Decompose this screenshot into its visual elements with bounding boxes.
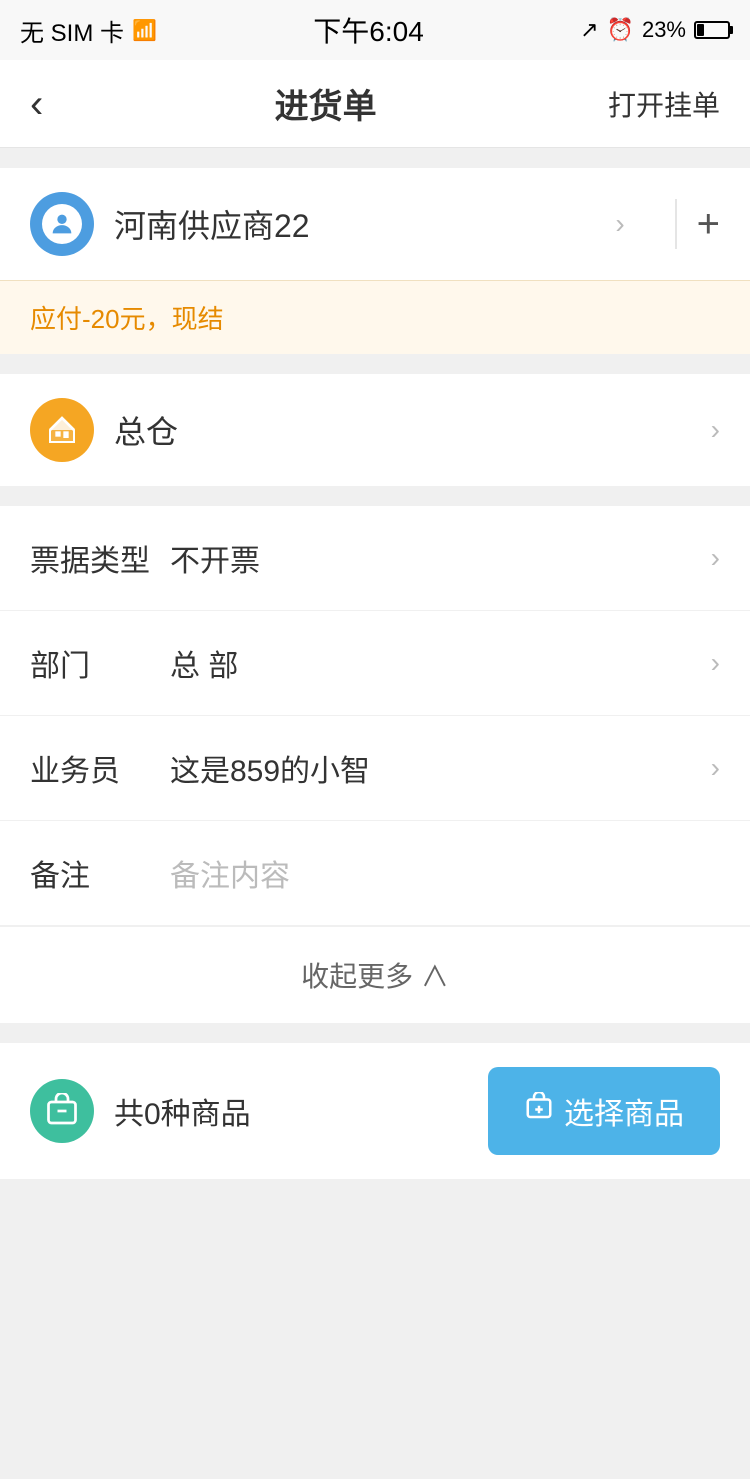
remark-input[interactable]: 备注内容 [160,851,720,895]
open-pending-button[interactable]: 打开挂单 [608,84,720,124]
battery-icon [694,21,730,39]
add-supplier-button[interactable]: + [697,202,720,247]
product-icon [30,1079,94,1143]
invoice-type-value: 不开票 [160,536,711,580]
supplier-divider [675,199,677,249]
status-bar: 无 SIM 卡 📶 下午6:04 ↗ ⏰ 23% [0,0,750,60]
select-product-button[interactable]: 选择商品 [488,1067,720,1155]
page-background [0,1179,750,1479]
supplier-name: 河南供应商22 [114,201,615,247]
gap-4 [0,1023,750,1043]
person-icon [42,204,82,244]
select-product-label: 选择商品 [564,1089,684,1133]
nav-bar: ‹ 进货单 打开挂单 [0,60,750,148]
supplier-row[interactable]: 河南供应商22 › + [0,168,750,280]
alarm-icon: ⏰ [607,17,634,43]
remark-row[interactable]: 备注 备注内容 [0,821,750,926]
salesperson-row[interactable]: 业务员 这是859的小智 › [0,716,750,821]
product-count-label: 共0种商品 [114,1089,468,1133]
remark-label: 备注 [30,851,160,895]
notice-bar: 应付-20元，现结 [0,280,750,354]
invoice-type-row[interactable]: 票据类型 不开票 › [0,506,750,611]
bottom-bar: 共0种商品 选择商品 [0,1043,750,1179]
warehouse-chevron-icon: › [711,414,720,446]
supplier-avatar [30,192,94,256]
invoice-type-chevron-icon: › [711,542,720,574]
supplier-chevron-icon: › [615,208,624,240]
gap-1 [0,148,750,168]
supplier-section: 河南供应商22 › + 应付-20元，现结 [0,168,750,354]
salesperson-chevron-icon: › [711,752,720,784]
warehouse-icon [30,398,94,462]
warehouse-section: 总仓 › [0,374,750,486]
department-label: 部门 [30,641,160,685]
warehouse-name: 总仓 [114,407,711,453]
carrier-label: 无 SIM 卡 [20,13,124,48]
back-button[interactable]: ‹ [30,84,43,124]
department-row[interactable]: 部门 总 部 › [0,611,750,716]
gap-3 [0,486,750,506]
warehouse-row[interactable]: 总仓 › [0,374,750,486]
form-section: 票据类型 不开票 › 部门 总 部 › 业务员 这是859的小智 › 备注 备注… [0,506,750,1023]
status-left: 无 SIM 卡 📶 [20,13,157,48]
department-value: 总 部 [160,641,711,685]
battery-percent: 23% [642,17,686,43]
notice-text: 应付-20元，现结 [30,304,224,334]
collapse-button[interactable]: 收起更多 ∧ [0,926,750,1023]
page-title: 进货单 [275,79,377,128]
wifi-icon: 📶 [132,18,157,43]
department-chevron-icon: › [711,647,720,679]
status-time: 下午6:04 [313,10,424,50]
invoice-type-label: 票据类型 [30,536,160,580]
location-icon: ↗ [580,17,598,43]
salesperson-value: 这是859的小智 [160,746,711,790]
salesperson-label: 业务员 [30,746,160,790]
status-right: ↗ ⏰ 23% [580,17,730,43]
main-content: 河南供应商22 › + 应付-20元，现结 总仓 › [0,148,750,1479]
select-product-icon [524,1092,554,1130]
gap-2 [0,354,750,374]
